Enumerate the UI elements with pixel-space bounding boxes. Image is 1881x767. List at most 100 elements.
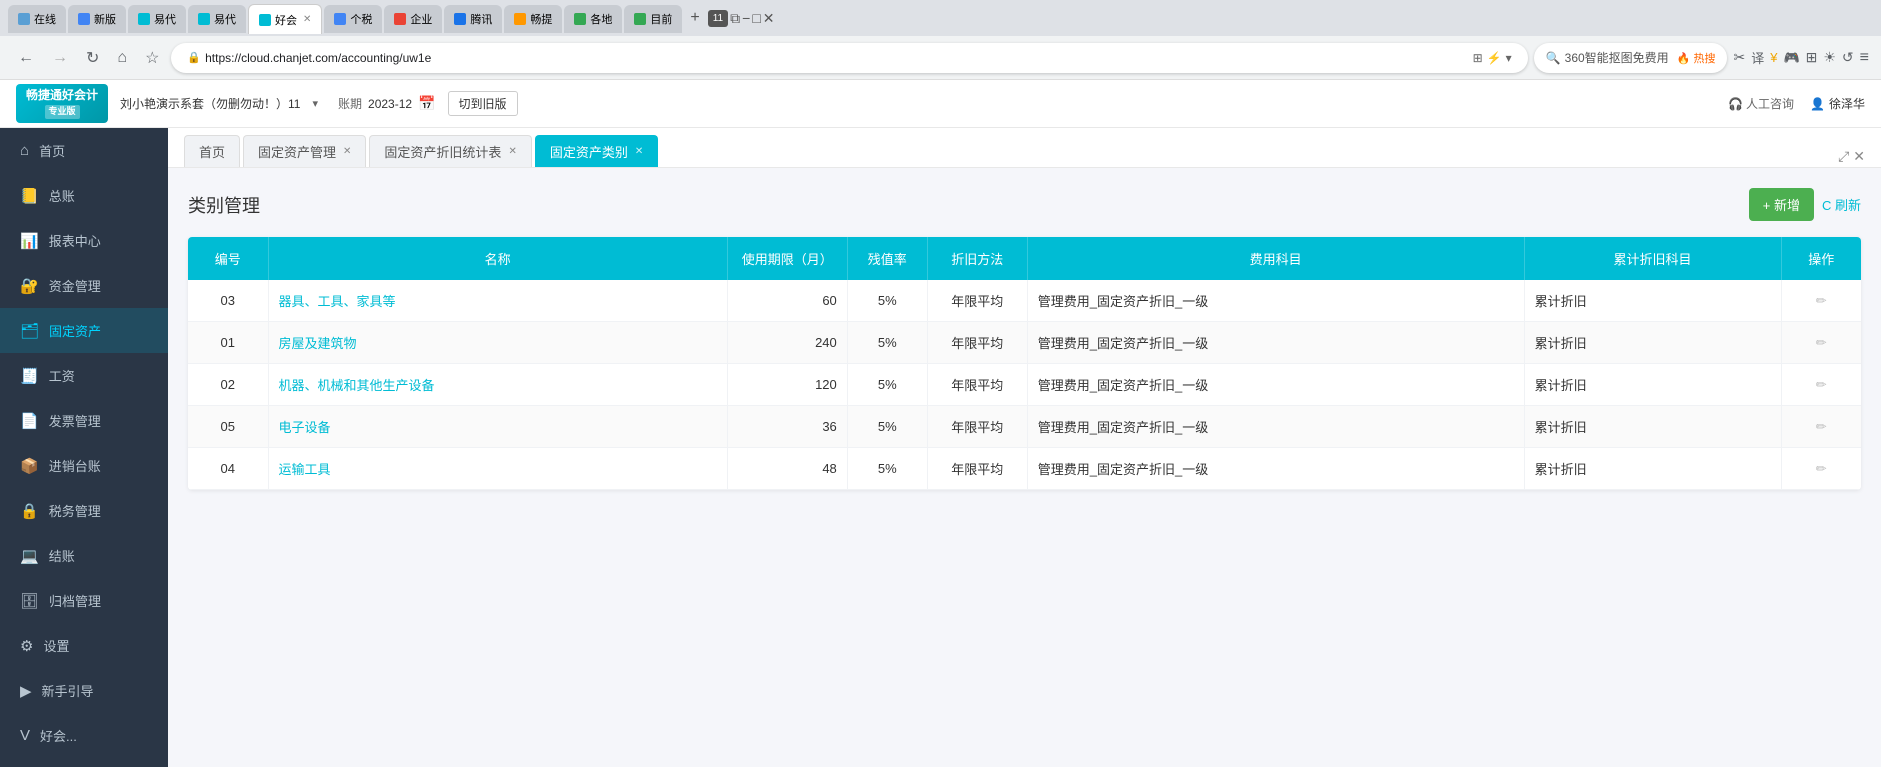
expand-panel-button[interactable]: ⤢ (1838, 148, 1849, 165)
game-button[interactable]: 🎮 (1783, 50, 1799, 66)
search-area[interactable]: 🔍 360智能抠图免费用 🔥 热搜 (1534, 43, 1728, 73)
period-label: 账期 (338, 95, 362, 112)
user-info: 刘小艳演示系套（勿删勿动！）11 (120, 95, 300, 112)
tab-depreciation-report[interactable]: 固定资产折旧统计表 ✕ (369, 135, 531, 167)
sidebar-item-settings[interactable]: ⚙ 设置 (0, 623, 168, 668)
tab-close-fixed-assets-mgmt[interactable]: ✕ (343, 146, 351, 157)
browser-tab-t8[interactable]: 腾讯 (444, 5, 502, 33)
browser-tab-t3[interactable]: 易代 (128, 5, 186, 33)
browser-tab-t9[interactable]: 畅提 (504, 5, 562, 33)
table-cell: 电子设备 (268, 406, 727, 448)
sidebar-item-tax[interactable]: 🔒 税务管理 (0, 488, 168, 533)
browser-tab-t7[interactable]: 企业 (384, 5, 442, 33)
switch-version-button[interactable]: 切到旧版 (448, 91, 518, 116)
sidebar-item-ledger[interactable]: 📒 总账 (0, 173, 168, 218)
favicon-t10 (574, 13, 586, 25)
table-cell: 器具、工具、家具等 (268, 280, 727, 322)
sidebar-label: 进销台账 (49, 456, 101, 475)
new-tab-button[interactable]: + (684, 9, 705, 27)
action-cell[interactable]: ✏ (1781, 364, 1861, 406)
favicon-t4 (198, 13, 210, 25)
table-cell: 36 (727, 406, 847, 448)
home-button[interactable]: ⌂ (111, 45, 133, 71)
refresh-button[interactable]: ↻ (80, 44, 105, 72)
headset-icon: 🎧 (1728, 97, 1743, 111)
add-button[interactable]: + 新增 (1749, 188, 1814, 221)
sidebar-item-inventory[interactable]: 📦 进销台账 (0, 443, 168, 488)
tab-bar-actions: ⤢ ✕ (1838, 148, 1865, 165)
sidebar-label: 固定资产 (49, 321, 101, 340)
tab-count-badge[interactable]: 11 (708, 10, 728, 27)
action-cell[interactable]: ✏ (1781, 406, 1861, 448)
period-value: 2023-12 (368, 97, 412, 111)
sidebar-item-home[interactable]: ⌂ 首页 (0, 128, 168, 173)
tab-home[interactable]: 首页 (184, 135, 240, 167)
page-title: 类别管理 (188, 192, 260, 218)
dropdown-icon[interactable]: ▾ (312, 97, 318, 110)
table-cell: 房屋及建筑物 (268, 322, 727, 364)
browser-tab-t10[interactable]: 各地 (564, 5, 622, 33)
undo-button[interactable]: ↺ (1842, 49, 1854, 66)
calendar-icon[interactable]: 📅 (418, 95, 435, 112)
table-row: 05电子设备365%年限平均管理费用_固定资产折旧_一级累计折旧✏ (188, 406, 1861, 448)
sidebar-item-fixed-assets[interactable]: 🗂 固定资产 (0, 308, 168, 353)
browser-tab-t5-active[interactable]: 好会 ✕ (248, 4, 322, 34)
tab-fixed-assets-mgmt[interactable]: 固定资产管理 ✕ (243, 135, 366, 167)
sidebar-item-reports[interactable]: 📊 报表中心 (0, 218, 168, 263)
tab-label: 在线 (34, 11, 56, 27)
address-text: https://cloud.chanjet.com/accounting/uw1… (205, 51, 1469, 65)
table-cell: 累计折旧 (1524, 448, 1781, 490)
sidebar-item-guide[interactable]: ▶ 新手引导 (0, 668, 168, 713)
browser-tab-t1[interactable]: 在线 (8, 5, 66, 33)
brightness-button[interactable]: ☀ (1823, 49, 1836, 66)
expand-icon: ▾ (1506, 51, 1512, 65)
sidebar-item-funds[interactable]: 🔐 资金管理 (0, 263, 168, 308)
minimize-window-button[interactable]: − (742, 10, 750, 27)
sidebar-item-archive[interactable]: 🗄 归档管理 (0, 578, 168, 623)
table-cell: 5% (847, 406, 927, 448)
action-cell[interactable]: ✏ (1781, 280, 1861, 322)
sidebar-label: 工资 (49, 366, 75, 385)
browser-tab-t4[interactable]: 易代 (188, 5, 246, 33)
sidebar-item-salary[interactable]: 🧾 工资 (0, 353, 168, 398)
currency-button[interactable]: ¥ (1770, 50, 1777, 65)
browser-tab-t6[interactable]: 个税 (324, 5, 382, 33)
close-panel-button[interactable]: ✕ (1853, 148, 1865, 165)
scissors-button[interactable]: ✂ (1733, 49, 1745, 66)
tab-close-category[interactable]: ✕ (635, 146, 643, 157)
back-button[interactable]: ← (12, 45, 40, 71)
service-button[interactable]: 🎧 人工咨询 (1728, 95, 1794, 112)
bookmark-button[interactable]: ☆ (139, 44, 165, 72)
close-window-button[interactable]: ✕ (763, 10, 775, 27)
action-cell[interactable]: ✏ (1781, 322, 1861, 364)
tab-label: 畅提 (530, 11, 552, 27)
tab-close-t5[interactable]: ✕ (303, 14, 311, 25)
table-cell: 管理费用_固定资产折旧_一级 (1027, 364, 1524, 406)
refresh-button[interactable]: C 刷新 (1822, 195, 1861, 214)
menu-button[interactable]: ≡ (1860, 49, 1869, 67)
col-period: 使用期限（月） (727, 237, 847, 280)
table-cell: 240 (727, 322, 847, 364)
table-cell: 48 (727, 448, 847, 490)
table-cell: 5% (847, 364, 927, 406)
tab-close-depreciation[interactable]: ✕ (508, 146, 516, 157)
fixed-assets-icon: 🗂 (20, 322, 39, 340)
sidebar-item-more[interactable]: V 好会... (0, 713, 168, 758)
browser-tab-t11[interactable]: 目前 (624, 5, 682, 33)
search-icon: 🔍 (1546, 51, 1561, 65)
browser-tab-t2[interactable]: 新版 (68, 5, 126, 33)
address-input[interactable]: 🔒 https://cloud.chanjet.com/accounting/u… (171, 43, 1527, 73)
user-profile[interactable]: 👤 徐泽华 (1810, 95, 1865, 112)
tab-label: 腾讯 (470, 11, 492, 27)
grid-button[interactable]: ⊞ (1806, 49, 1818, 66)
forward-button[interactable]: → (46, 45, 74, 71)
tab-fixed-assets-category[interactable]: 固定资产类别 ✕ (535, 135, 658, 167)
page-header: 类别管理 + 新增 C 刷新 (188, 188, 1861, 221)
maximize-window-button[interactable]: □ (752, 10, 760, 27)
tab-label: 固定资产类别 (550, 142, 628, 161)
action-cell[interactable]: ✏ (1781, 448, 1861, 490)
sidebar-item-checkout[interactable]: 💻 结账 (0, 533, 168, 578)
sidebar-item-invoice[interactable]: 📄 发票管理 (0, 398, 168, 443)
translate-button[interactable]: 译 (1751, 48, 1764, 67)
restore-window-button[interactable]: ⧉ (730, 10, 740, 27)
